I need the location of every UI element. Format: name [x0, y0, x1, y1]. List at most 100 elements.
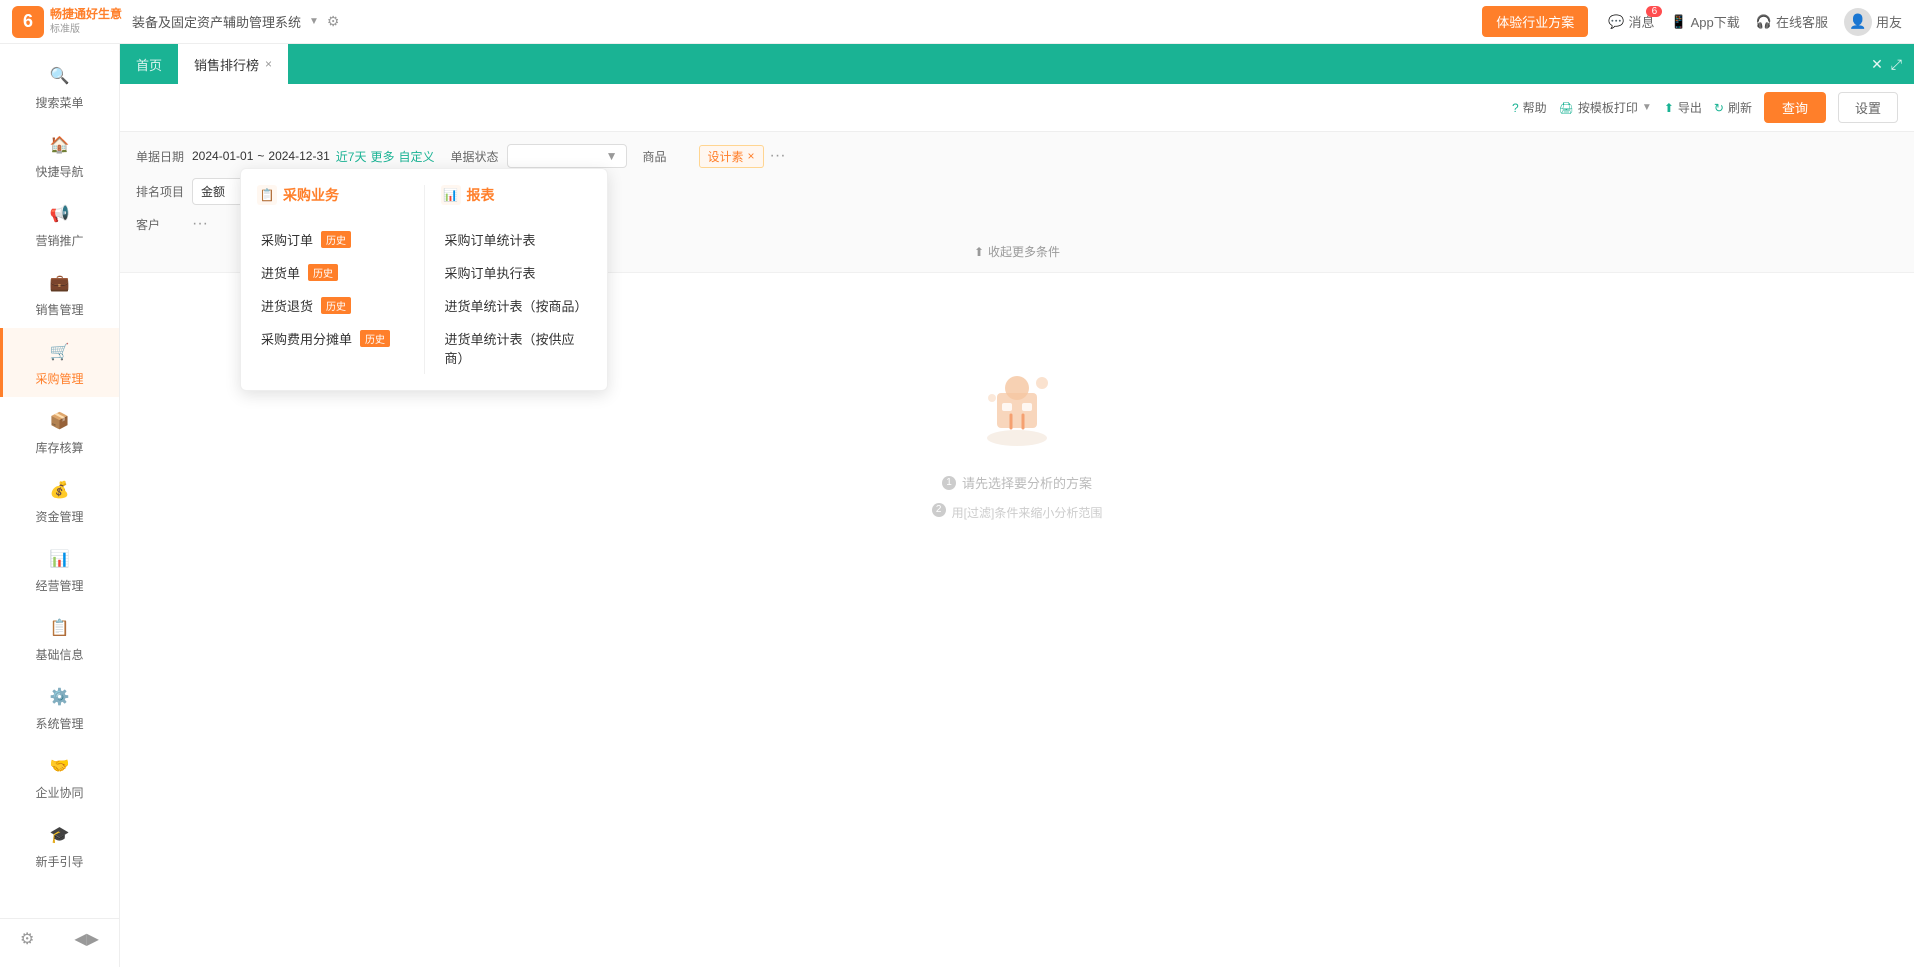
- settings-button[interactable]: 设置: [1838, 92, 1898, 123]
- tab-minimize-icon[interactable]: ✕: [1871, 56, 1883, 73]
- date-7days[interactable]: 近7天: [336, 148, 367, 165]
- date-range: 2024-01-01 ~ 2024-12-31: [192, 149, 330, 163]
- sidebar-label-sales: 销售管理: [35, 301, 83, 318]
- menu-item-expense[interactable]: 采购费用分摊单 历史: [257, 322, 408, 355]
- app-download-button[interactable]: 📱 App下载: [1670, 12, 1739, 31]
- gear-icon[interactable]: ⚙: [327, 13, 340, 30]
- online-service-label: 在线客服: [1776, 12, 1828, 31]
- inbound-stat-goods-label: 进货单统计表（按商品）: [445, 296, 588, 315]
- menu-item-inbound-stat-supplier[interactable]: 进货单统计表（按供应商）: [441, 322, 592, 374]
- operation-icon: 📊: [46, 545, 74, 573]
- user-area[interactable]: 👤 用友: [1844, 8, 1902, 36]
- sidebar-item-enterprise[interactable]: 🤝 企业协同: [0, 742, 119, 811]
- goods-tag: 设计素 ×: [699, 145, 764, 168]
- purchase-section-label: 采购业务: [283, 185, 339, 205]
- menu-item-inbound-stat-goods[interactable]: 进货单统计表（按商品）: [441, 289, 592, 322]
- return-label: 进货退货: [261, 296, 313, 315]
- sidebar-item-quick[interactable]: 🏠 快捷导航: [0, 121, 119, 190]
- empty-hint2: 用[过滤]条件来缩小分析范围: [952, 504, 1103, 521]
- print-button[interactable]: 🖨 按模板打印 ▼: [1559, 99, 1652, 116]
- sidebar-label-marketing: 营销推广: [35, 232, 83, 249]
- customer-label: 客户: [136, 216, 186, 233]
- sidebar-item-inventory[interactable]: 📦 库存核算: [0, 397, 119, 466]
- sidebar-item-operation[interactable]: 📊 经营管理: [0, 535, 119, 604]
- goods-tag-text: 设计素: [708, 148, 744, 165]
- expense-label: 采购费用分摊单: [261, 329, 352, 348]
- sidebar-label-system: 系统管理: [35, 715, 83, 732]
- expense-tag: 历史: [360, 330, 390, 347]
- sidebar-item-search[interactable]: 🔍 搜索菜单: [0, 52, 119, 121]
- status-select[interactable]: ▼: [507, 144, 627, 168]
- filter-date: 单据日期 2024-01-01 ~ 2024-12-31 近7天 更多 自定义: [136, 148, 435, 165]
- title-dropdown-arrow[interactable]: ▼: [309, 16, 319, 27]
- logo-sub: 标准版: [50, 23, 122, 36]
- menu-report-section: 📊 报表 采购订单统计表 采购订单执行表 进货单统计表（按商品） 进货单统计表（…: [424, 185, 608, 374]
- menu-item-inbound[interactable]: 进货单 历史: [257, 256, 408, 289]
- logo-area: 6 畅捷通好生意 标准版: [12, 6, 132, 38]
- purchase-order-tag: 历史: [321, 231, 351, 248]
- menu-item-order-exec[interactable]: 采购订单执行表: [441, 256, 592, 289]
- export-button[interactable]: ⬆ 导出: [1664, 99, 1702, 116]
- report-section-label: 报表: [467, 185, 495, 205]
- menu-item-order-stat[interactable]: 采购订单统计表: [441, 223, 592, 256]
- filter-goods: 商品 设计素 × ···: [643, 145, 786, 168]
- print-icon: 🖨: [1559, 101, 1574, 115]
- sidebar-label-finance: 资金管理: [35, 508, 83, 525]
- sidebar-item-finance[interactable]: 💰 资金管理: [0, 466, 119, 535]
- print-dropdown-arrow[interactable]: ▼: [1642, 102, 1652, 113]
- phone-icon: 📱: [1670, 14, 1686, 30]
- inbound-label: 进货单: [261, 263, 300, 282]
- tab-expand-icon[interactable]: ⤢: [1891, 56, 1902, 73]
- tab-sales-rank[interactable]: 销售排行榜 ×: [178, 44, 288, 84]
- goods-tag-close[interactable]: ×: [748, 149, 755, 163]
- goods-label: 商品: [643, 148, 693, 165]
- newbie-icon: 🎓: [46, 821, 74, 849]
- refresh-button[interactable]: ↻ 刷新: [1714, 99, 1752, 116]
- sidebar-item-basic[interactable]: 📋 基础信息: [0, 604, 119, 673]
- settings-bottom-icon[interactable]: ⚙: [20, 929, 34, 949]
- rank-value: 金额: [201, 183, 225, 200]
- inbound-stat-supplier-label: 进货单统计表（按供应商）: [445, 329, 588, 367]
- empty-num2: 2: [932, 503, 946, 517]
- sidebar-item-marketing[interactable]: 📢 营销推广: [0, 190, 119, 259]
- collapse-sidebar-icon[interactable]: ◀▶: [74, 929, 99, 949]
- inventory-icon: 📦: [46, 407, 74, 435]
- active-indicator: [0, 328, 3, 397]
- main-layout: 🔍 搜索菜单 🏠 快捷导航 📢 营销推广 💼 销售管理 🛒 采购管理 📦 库存核…: [0, 44, 1914, 967]
- menu-item-return[interactable]: 进货退货 历史: [257, 289, 408, 322]
- sidebar-item-system[interactable]: ⚙️ 系统管理: [0, 673, 119, 742]
- export-label: 导出: [1678, 99, 1702, 116]
- help-button[interactable]: ? 帮助: [1512, 99, 1547, 116]
- tab-right-icons: ✕ ⤢: [1871, 56, 1914, 73]
- empty-text-line2: 2 用[过滤]条件来缩小分析范围: [932, 498, 1103, 521]
- query-button[interactable]: 查询: [1764, 92, 1826, 123]
- top-header: 6 畅捷通好生意 标准版 装备及固定资产辅助管理系统 ▼ ⚙ 体验行业方案 💬 …: [0, 0, 1914, 44]
- refresh-icon: ↻: [1714, 101, 1724, 115]
- sidebar-label-operation: 经营管理: [35, 577, 83, 594]
- dropdown-menu: 📋 采购业务 采购订单 历史 进货单 历史 进货退货 历史: [240, 168, 608, 391]
- purchase-icon: 🛒: [46, 338, 74, 366]
- tab-close-icon[interactable]: ×: [265, 57, 272, 71]
- sidebar-label-search: 搜索菜单: [35, 94, 83, 111]
- basic-icon: 📋: [46, 614, 74, 642]
- export-icon: ⬆: [1664, 101, 1674, 115]
- date-more[interactable]: 更多: [370, 148, 394, 165]
- tab-sales-rank-label: 销售排行榜: [194, 55, 259, 74]
- date-custom[interactable]: 自定义: [399, 148, 435, 165]
- online-service-button[interactable]: 🎧 在线客服: [1756, 12, 1828, 31]
- menu-item-purchase-order[interactable]: 采购订单 历史: [257, 223, 408, 256]
- message-button[interactable]: 💬 消息 6: [1608, 12, 1654, 31]
- sidebar-item-newbie[interactable]: 🎓 新手引导: [0, 811, 119, 880]
- industry-button[interactable]: 体验行业方案: [1482, 6, 1588, 37]
- enterprise-icon: 🤝: [46, 752, 74, 780]
- report-section-title: 📊 报表: [441, 185, 592, 211]
- user-name: 用友: [1876, 12, 1902, 31]
- sidebar-label-purchase: 采购管理: [35, 370, 83, 387]
- customer-dots[interactable]: ···: [192, 215, 208, 233]
- sidebar-item-sales[interactable]: 💼 销售管理: [0, 259, 119, 328]
- tab-home[interactable]: 首页: [120, 44, 178, 84]
- finance-icon: 💰: [46, 476, 74, 504]
- goods-dots[interactable]: ···: [770, 147, 786, 165]
- sidebar-item-purchase[interactable]: 🛒 采购管理: [0, 328, 119, 397]
- sidebar: 🔍 搜索菜单 🏠 快捷导航 📢 营销推广 💼 销售管理 🛒 采购管理 📦 库存核…: [0, 44, 120, 967]
